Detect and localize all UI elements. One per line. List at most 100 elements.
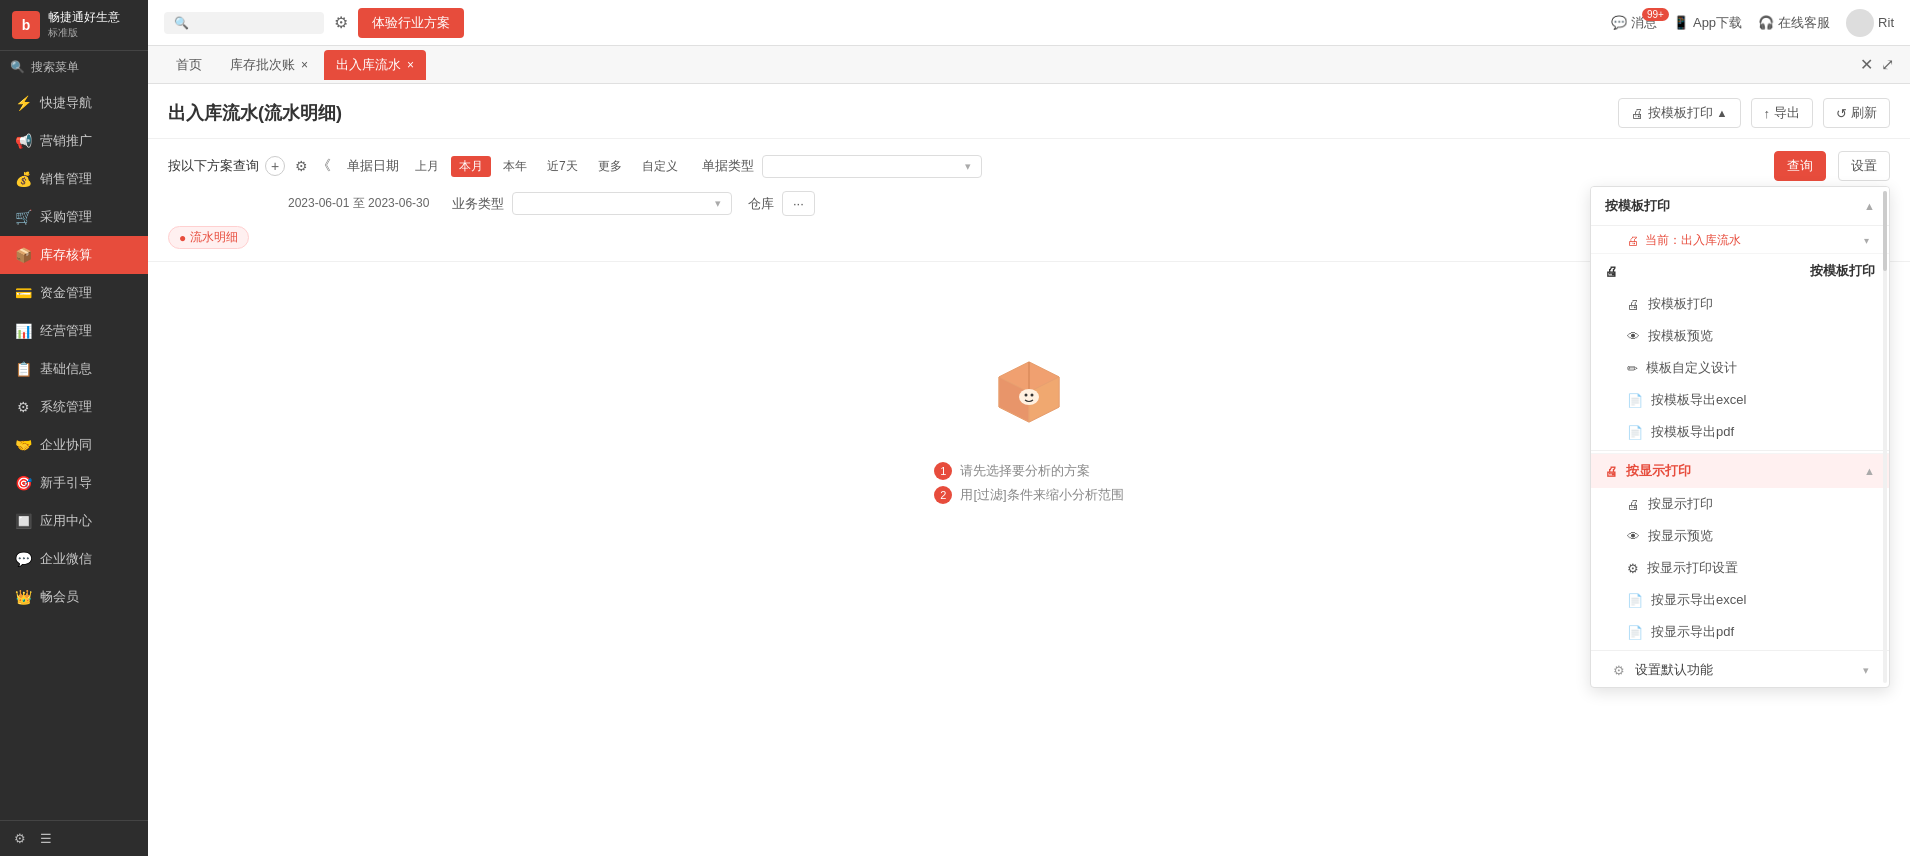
date-range-text: 2023-06-01 至 2023-06-30 (288, 196, 429, 210)
tab-inventory-batch[interactable]: 库存批次账 × (218, 50, 320, 80)
dropdown-display-print-settings-item[interactable]: ⚙ 按显示打印设置 (1591, 552, 1889, 584)
doc-type-select[interactable]: ▾ (762, 155, 982, 178)
dropdown-display-export-pdf-item[interactable]: 📄 按显示导出pdf (1591, 616, 1889, 648)
sidebar-nav: ⚡ 快捷导航 📢 营销推广 💰 销售管理 🛒 采购管理 📦 库存核算 💳 资金管… (0, 84, 148, 820)
dropdown-display-print-header[interactable]: 🖨 按显示打印 ▲ (1591, 453, 1889, 488)
app-download-label: App下载 (1693, 14, 1742, 32)
topbar-search[interactable]: 🔍 (164, 12, 324, 34)
dropdown-header-caret[interactable]: ▲ (1864, 200, 1875, 212)
export-button[interactable]: ↑ 导出 (1751, 98, 1814, 128)
settings-button[interactable]: 设置 (1838, 151, 1890, 181)
tab-inventory-batch-close[interactable]: × (301, 58, 308, 72)
set-default-label: 设置默认功能 (1635, 661, 1713, 679)
display-print-icon: 🖨 (1627, 497, 1640, 512)
warehouse-input[interactable]: ··· (782, 191, 815, 216)
dropdown-set-default-item[interactable]: ⚙ 设置默认功能 ▾ (1591, 653, 1889, 687)
sidebar-item-purchase[interactable]: 🛒 采购管理 (0, 198, 148, 236)
sidebar-item-basic[interactable]: 📋 基础信息 (0, 350, 148, 388)
sidebar-logo: b 畅捷通好生意 标准版 (0, 0, 148, 51)
refresh-button[interactable]: ↺ 刷新 (1823, 98, 1890, 128)
avatar-image (1846, 9, 1874, 37)
tab-home[interactable]: 首页 (164, 50, 214, 80)
filter-collapse-button[interactable]: 《 (317, 157, 331, 175)
tabs-right-actions: ✕ ⤢ (1860, 55, 1894, 74)
date-tag-last-7[interactable]: 近7天 (539, 156, 586, 177)
active-filter-tag[interactable]: ● 流水明细 (168, 226, 249, 249)
display-section-caret: ▲ (1864, 465, 1875, 477)
filter-section-text: 按以下方案查询 (168, 157, 259, 175)
app-download-button[interactable]: 📱 App下载 (1673, 14, 1742, 32)
dropdown-scrollbar-track[interactable] (1883, 191, 1887, 683)
sidebar-item-label: 资金管理 (40, 284, 92, 302)
sidebar-item-label: 库存核算 (40, 246, 92, 264)
tab-stock-flow[interactable]: 出入库流水 × (324, 50, 426, 80)
message-button[interactable]: 💬 消息 99+ (1611, 14, 1657, 32)
print-template-button[interactable]: 🖨 按模板打印 ▲ (1618, 98, 1741, 128)
sidebar-item-label: 应用中心 (40, 512, 92, 530)
dropdown-template-print-item[interactable]: 🖨 按模板打印 (1591, 288, 1889, 320)
main-area: 🔍 ⚙ 体验行业方案 💬 消息 99+ 📱 App下载 🎧 在线客服 Rit (148, 0, 1910, 856)
dropdown-template-print-header[interactable]: 🖨 按模板打印 (1591, 253, 1889, 288)
sidebar-item-finance[interactable]: 💳 资金管理 (0, 274, 148, 312)
dropdown-scrollbar-thumb[interactable] (1883, 191, 1887, 271)
date-tag-this-year[interactable]: 本年 (495, 156, 535, 177)
sidebar-item-app-center[interactable]: 🔲 应用中心 (0, 502, 148, 540)
refresh-icon: ↺ (1836, 106, 1847, 121)
dropdown-template-custom-item[interactable]: ✏ 模板自定义设计 (1591, 352, 1889, 384)
dropdown-template-export-pdf-item[interactable]: 📄 按模板导出pdf (1591, 416, 1889, 448)
page-content: 出入库流水(流水明细) 🖨 按模板打印 ▲ ↑ 导出 ↺ 刷新 (148, 84, 1910, 856)
empty-steps: 1 请先选择要分析的方案 2 用[过滤]条件来缩小分析范围 (934, 462, 1123, 510)
sidebar-item-enterprise[interactable]: 🤝 企业协同 (0, 426, 148, 464)
sidebar-item-marketing[interactable]: 📢 营销推广 (0, 122, 148, 160)
basic-icon: 📋 (14, 361, 32, 377)
dropdown-display-print-item[interactable]: 🖨 按显示打印 (1591, 488, 1889, 520)
search-icon: 🔍 (10, 60, 25, 74)
sidebar-item-corp-wechat[interactable]: 💬 企业微信 (0, 540, 148, 578)
sidebar-search-label: 搜索菜单 (31, 59, 79, 76)
tab-expand-icon[interactable]: ⤢ (1881, 55, 1894, 74)
page-header: 出入库流水(流水明细) 🖨 按模板打印 ▲ ↑ 导出 ↺ 刷新 (148, 84, 1910, 139)
sidebar-search[interactable]: 🔍 搜索菜单 (0, 51, 148, 84)
sidebar-item-system[interactable]: ⚙ 系统管理 (0, 388, 148, 426)
dropdown-template-export-excel-item[interactable]: 📄 按模板导出excel (1591, 384, 1889, 416)
sidebar-item-member[interactable]: 👑 畅会员 (0, 578, 148, 616)
page-actions: 🖨 按模板打印 ▲ ↑ 导出 ↺ 刷新 (1618, 98, 1890, 128)
query-button[interactable]: 查询 (1774, 151, 1826, 181)
finance-icon: 💳 (14, 285, 32, 301)
dropdown-template-preview-item[interactable]: 👁 按模板预览 (1591, 320, 1889, 352)
filter-add-button[interactable]: + (265, 156, 285, 176)
user-avatar[interactable]: Rit (1846, 9, 1894, 37)
sidebar-item-guide[interactable]: 🎯 新手引导 (0, 464, 148, 502)
sidebar-item-operation[interactable]: 📊 经营管理 (0, 312, 148, 350)
dropdown-display-export-excel-item[interactable]: 📄 按显示导出excel (1591, 584, 1889, 616)
print-dropdown-panel[interactable]: 按模板打印 ▲ 🖨 当前：出入库流水 ▾ 🖨 按模板打印 🖨 按模板打印 👁 (1590, 186, 1890, 688)
date-tag-last-month[interactable]: 上月 (407, 156, 447, 177)
tab-stock-flow-close[interactable]: × (407, 58, 414, 72)
date-tag-custom[interactable]: 自定义 (634, 156, 686, 177)
filter-gear-button[interactable]: ⚙ (291, 156, 311, 176)
date-tag-more[interactable]: 更多 (590, 156, 630, 177)
topbar-gear-icon[interactable]: ⚙ (334, 13, 348, 32)
business-type-select[interactable]: ▾ (512, 192, 732, 215)
sidebar-item-label: 新手引导 (40, 474, 92, 492)
sidebar-item-sales[interactable]: 💰 销售管理 (0, 160, 148, 198)
display-print-settings-label: 按显示打印设置 (1647, 559, 1738, 577)
sidebar-collapse-icon[interactable]: ☰ (40, 831, 52, 846)
app-logo-icon: b (12, 11, 40, 39)
print-template-label: 按模板打印 (1648, 104, 1713, 122)
dropdown-current-caret-icon: ▾ (1864, 235, 1869, 246)
tab-close-all-icon[interactable]: ✕ (1860, 55, 1873, 74)
sidebar-item-inventory[interactable]: 📦 库存核算 (0, 236, 148, 274)
display-preview-icon: 👁 (1627, 529, 1640, 544)
set-default-icon: ⚙ (1611, 663, 1627, 678)
industry-solution-button[interactable]: 体验行业方案 (358, 8, 464, 38)
dropdown-current-section[interactable]: 🖨 当前：出入库流水 ▾ (1591, 226, 1889, 253)
sidebar-item-label: 经营管理 (40, 322, 92, 340)
business-type-label: 业务类型 (452, 195, 504, 213)
sidebar-item-quick-nav[interactable]: ⚡ 快捷导航 (0, 84, 148, 122)
sidebar-settings-icon[interactable]: ⚙ (14, 831, 26, 846)
online-service-button[interactable]: 🎧 在线客服 (1758, 14, 1830, 32)
dropdown-display-preview-item[interactable]: 👁 按显示预览 (1591, 520, 1889, 552)
doc-type-caret-icon: ▾ (965, 160, 971, 173)
date-tag-this-month[interactable]: 本月 (451, 156, 491, 177)
